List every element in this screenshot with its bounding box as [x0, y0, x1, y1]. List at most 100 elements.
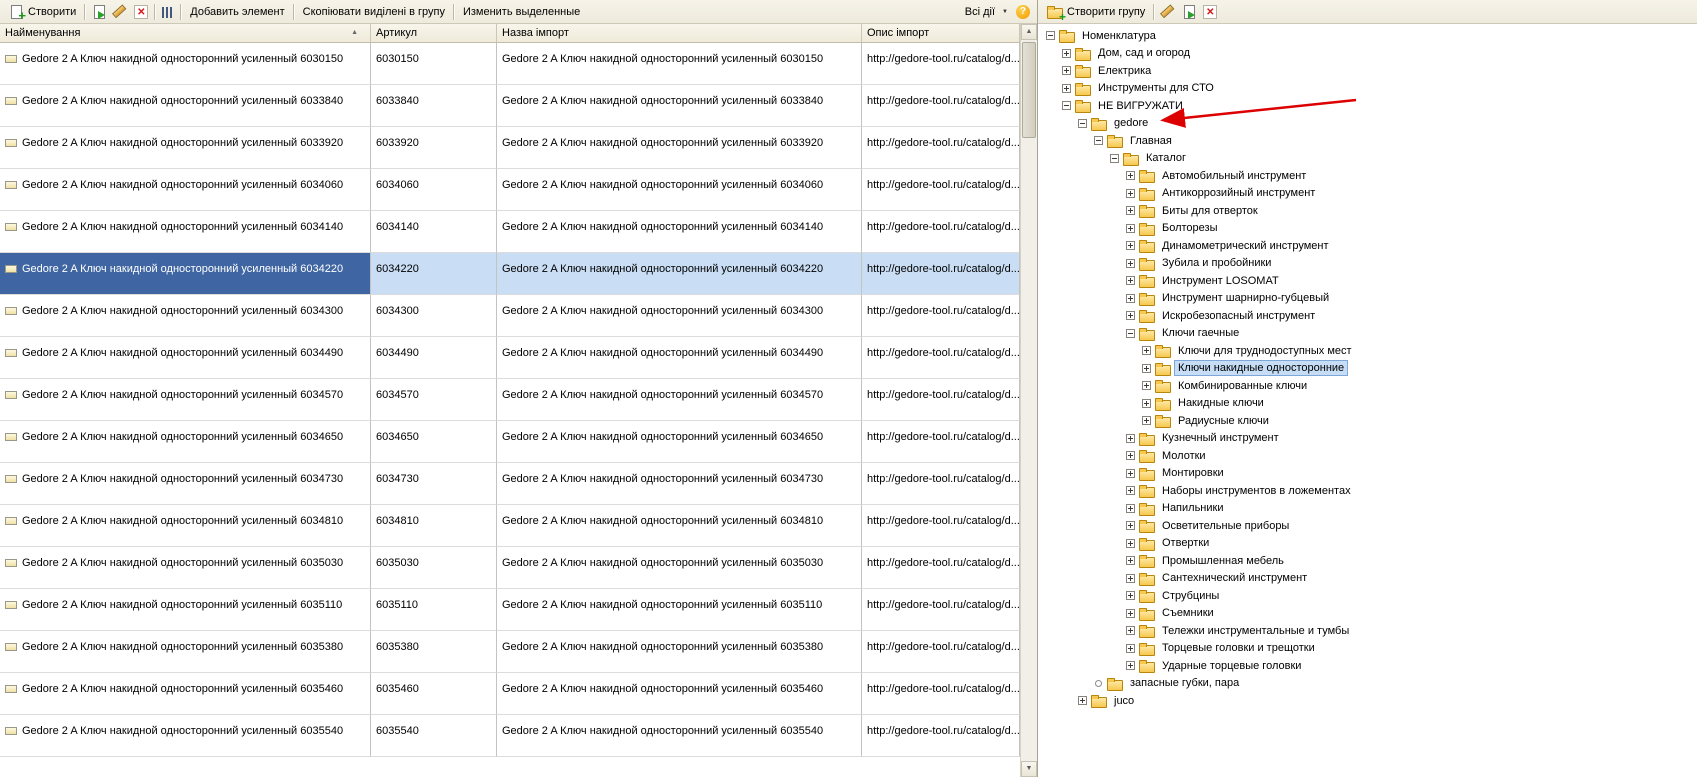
cell-article[interactable]: 6035380 — [371, 631, 497, 673]
tree-item[interactable]: Номенклатура — [1038, 27, 1697, 45]
cell-name[interactable]: Gedore 2 A Ключ накидной односторонний у… — [0, 211, 371, 253]
cell-import-desc[interactable]: http://gedore-tool.ru/catalog/d... — [862, 43, 1020, 85]
tree-item[interactable]: Промышленная мебель — [1038, 552, 1697, 570]
delete-group-button[interactable]: ✕ — [1200, 3, 1220, 21]
cell-import-desc[interactable]: http://gedore-tool.ru/catalog/d... — [862, 463, 1020, 505]
tree-item[interactable]: gedore — [1038, 115, 1697, 133]
tree-item-label[interactable]: Промышленная мебель — [1159, 554, 1287, 568]
tree-item-label[interactable]: Напильники — [1159, 501, 1227, 515]
table-row[interactable]: Gedore 2 A Ключ накидной односторонний у… — [0, 169, 1020, 211]
tree-item[interactable]: Радиусные ключи — [1038, 412, 1697, 430]
create-group-button[interactable]: + Створити групу — [1042, 3, 1150, 23]
table-row[interactable]: Gedore 2 A Ключ накидной односторонний у… — [0, 43, 1020, 85]
tree-item-label[interactable]: Наборы инструментов в ложементах — [1159, 484, 1354, 498]
tree-item-label[interactable]: Дом, сад и огород — [1095, 46, 1193, 60]
cell-import-name[interactable]: Gedore 2 A Ключ накидной односторонний у… — [497, 631, 862, 673]
expand-toggle-icon[interactable] — [1142, 381, 1151, 391]
expand-toggle-icon[interactable] — [1078, 696, 1087, 706]
cell-name[interactable]: Gedore 2 A Ключ накидной односторонний у… — [0, 631, 371, 673]
table-row[interactable]: Gedore 2 A Ключ накидной односторонний у… — [0, 547, 1020, 589]
tree-item[interactable]: Каталог — [1038, 150, 1697, 168]
tree-item-label[interactable]: запасные губки, пара — [1127, 676, 1242, 690]
cell-import-name[interactable]: Gedore 2 A Ключ накидной односторонний у… — [497, 211, 862, 253]
cell-name[interactable]: Gedore 2 A Ключ накидной односторонний у… — [0, 547, 371, 589]
cell-import-name[interactable]: Gedore 2 A Ключ накидной односторонний у… — [497, 379, 862, 421]
cell-article[interactable]: 6033840 — [371, 85, 497, 127]
cell-import-desc[interactable]: http://gedore-tool.ru/catalog/d... — [862, 673, 1020, 715]
cell-import-name[interactable]: Gedore 2 A Ключ накидной односторонний у… — [497, 715, 862, 757]
expand-toggle-icon[interactable] — [1126, 608, 1135, 618]
tree-item[interactable]: Ключи накидные односторонние — [1038, 360, 1697, 378]
tree-item[interactable]: Автомобильный инструмент — [1038, 167, 1697, 185]
expand-toggle-icon[interactable] — [1062, 66, 1071, 76]
tree-item-label[interactable]: Комбинированные ключи — [1175, 379, 1310, 393]
cell-import-desc[interactable]: http://gedore-tool.ru/catalog/d... — [862, 253, 1020, 295]
tree-item-label[interactable]: Осветительные приборы — [1159, 519, 1292, 533]
cell-article[interactable]: 6035110 — [371, 589, 497, 631]
expand-toggle-icon[interactable] — [1126, 293, 1135, 303]
expand-toggle-icon[interactable] — [1046, 31, 1055, 41]
expand-toggle-icon[interactable] — [1126, 538, 1135, 548]
table-row[interactable]: Gedore 2 A Ключ накидной односторонний у… — [0, 673, 1020, 715]
cell-name[interactable]: Gedore 2 A Ключ накидной односторонний у… — [0, 379, 371, 421]
delete-item-button[interactable]: ✕ — [131, 3, 151, 21]
tree-item-label[interactable]: Ударные торцевые головки — [1159, 659, 1304, 673]
tree-item-label[interactable]: Инструмент LOSOMAT — [1159, 274, 1282, 288]
tree-item-label[interactable]: Сантехнический инструмент — [1159, 571, 1310, 585]
tree-item[interactable]: juco — [1038, 692, 1697, 710]
cell-import-name[interactable]: Gedore 2 A Ключ накидной односторонний у… — [497, 673, 862, 715]
expand-toggle-icon[interactable] — [1126, 573, 1135, 583]
column-header-name[interactable]: Найменування ▲ — [0, 24, 371, 42]
cell-article[interactable]: 6034140 — [371, 211, 497, 253]
tree-item[interactable]: Главная — [1038, 132, 1697, 150]
cell-article[interactable]: 6034650 — [371, 421, 497, 463]
edit-group-button[interactable] — [1158, 2, 1179, 21]
tree-item[interactable]: Електрика — [1038, 62, 1697, 80]
expand-toggle-icon[interactable] — [1126, 591, 1135, 601]
expand-toggle-icon[interactable] — [1126, 188, 1135, 198]
tree-item[interactable]: Ключи гаечные — [1038, 325, 1697, 343]
copy-item-button[interactable] — [89, 2, 110, 21]
expand-toggle-icon[interactable] — [1126, 311, 1135, 321]
expand-toggle-icon[interactable] — [1062, 48, 1071, 58]
tree-item-label[interactable]: Антикоррозийный инструмент — [1159, 186, 1318, 200]
tree-item[interactable]: Съемники — [1038, 605, 1697, 623]
edit-selected-button[interactable]: Изменить выделенные — [458, 4, 585, 20]
cell-import-name[interactable]: Gedore 2 A Ключ накидной односторонний у… — [497, 127, 862, 169]
cell-import-name[interactable]: Gedore 2 A Ключ накидной односторонний у… — [497, 169, 862, 211]
vertical-bars-button[interactable] — [159, 3, 177, 20]
tree-item-label[interactable]: juco — [1111, 694, 1137, 708]
all-actions-button[interactable]: Всі дії ▼ — [960, 4, 1013, 20]
cell-name[interactable]: Gedore 2 A Ключ накидной односторонний у… — [0, 463, 371, 505]
cell-article[interactable]: 6033920 — [371, 127, 497, 169]
cell-import-desc[interactable]: http://gedore-tool.ru/catalog/d... — [862, 379, 1020, 421]
tree-item-label[interactable]: Искробезопасный инструмент — [1159, 309, 1318, 323]
cell-article[interactable]: 6035460 — [371, 673, 497, 715]
table-row[interactable]: Gedore 2 A Ключ накидной односторонний у… — [0, 379, 1020, 421]
cell-name[interactable]: Gedore 2 A Ключ накидной односторонний у… — [0, 253, 371, 295]
expand-toggle-icon[interactable] — [1110, 153, 1119, 163]
help-button[interactable]: ? — [1013, 3, 1033, 21]
tree-item-label[interactable]: Инструмент шарнирно-губцевый — [1159, 291, 1332, 305]
cell-import-desc[interactable]: http://gedore-tool.ru/catalog/d... — [862, 715, 1020, 757]
cell-name[interactable]: Gedore 2 A Ключ накидной односторонний у… — [0, 421, 371, 463]
expand-toggle-icon[interactable] — [1126, 556, 1135, 566]
scroll-up-button[interactable]: ▲ — [1021, 24, 1037, 40]
tree-item[interactable]: Инструмент шарнирно-губцевый — [1038, 290, 1697, 308]
expand-toggle-icon[interactable] — [1094, 136, 1103, 146]
table-row[interactable]: Gedore 2 A Ключ накидной односторонний у… — [0, 337, 1020, 379]
cell-import-name[interactable]: Gedore 2 A Ключ накидной односторонний у… — [497, 589, 862, 631]
cell-article[interactable]: 6034490 — [371, 337, 497, 379]
cell-import-name[interactable]: Gedore 2 A Ключ накидной односторонний у… — [497, 85, 862, 127]
tree-item-label[interactable]: Струбцины — [1159, 589, 1222, 603]
cell-import-name[interactable]: Gedore 2 A Ключ накидной односторонний у… — [497, 463, 862, 505]
tree-item[interactable]: Антикоррозийный инструмент — [1038, 185, 1697, 203]
tree-item-label[interactable]: Молотки — [1159, 449, 1209, 463]
cell-import-name[interactable]: Gedore 2 A Ключ накидной односторонний у… — [497, 295, 862, 337]
table-row[interactable]: Gedore 2 A Ключ накидной односторонний у… — [0, 85, 1020, 127]
cell-article[interactable]: 6035030 — [371, 547, 497, 589]
copy-selected-to-group-button[interactable]: Скопіювати виділені в групу — [298, 4, 450, 20]
tree-item-label[interactable]: gedore — [1111, 116, 1151, 130]
expand-toggle-icon[interactable] — [1126, 276, 1135, 286]
expand-toggle-icon[interactable] — [1126, 223, 1135, 233]
